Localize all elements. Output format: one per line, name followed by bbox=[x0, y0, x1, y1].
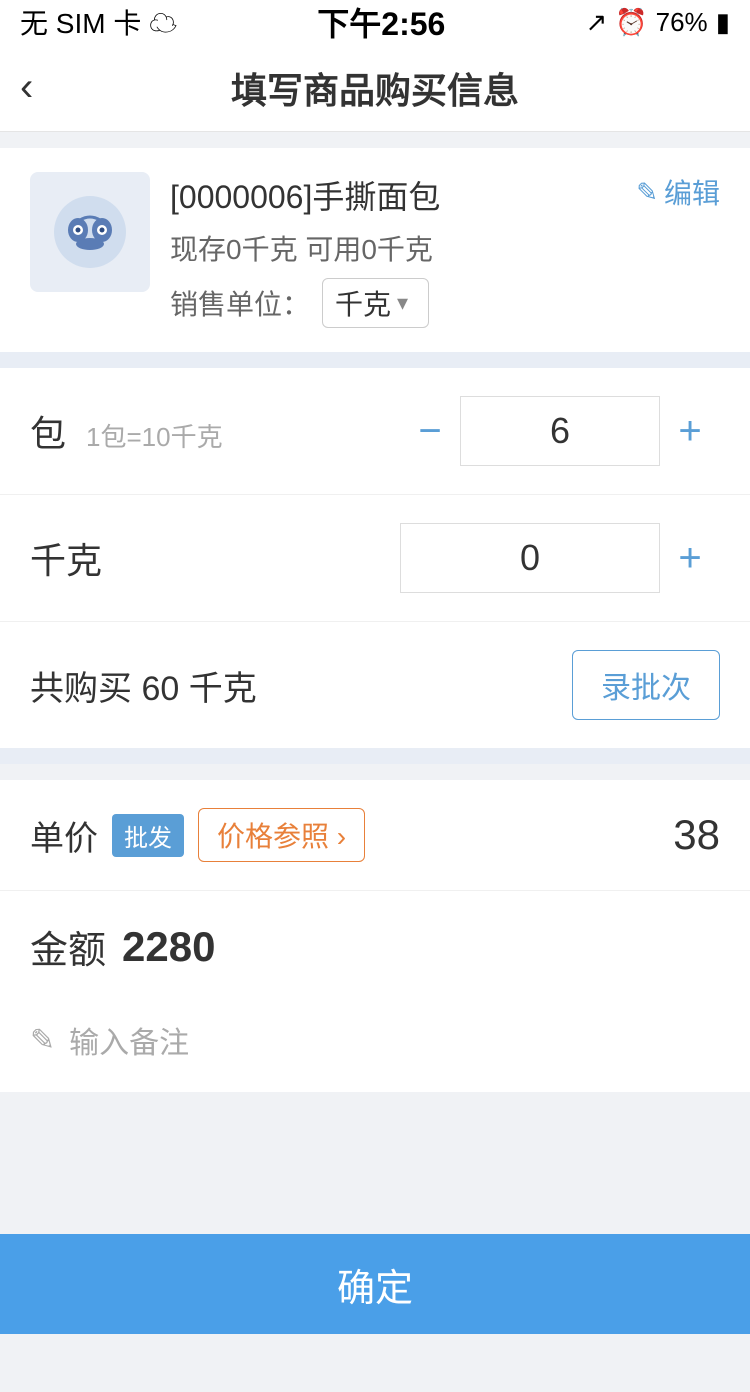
unit-value: 千克 bbox=[335, 283, 391, 323]
price-ref-button[interactable]: 价格参照 › bbox=[198, 808, 365, 862]
remark-placeholder: 输入备注 bbox=[69, 1018, 189, 1062]
amount-row: 金额 2280 bbox=[30, 919, 720, 974]
pencil-icon: ✎ bbox=[30, 1023, 55, 1058]
amount-label: 金额 bbox=[30, 919, 106, 974]
kg-plus-button[interactable]: + bbox=[660, 523, 720, 593]
confirm-button[interactable]: 确定 bbox=[0, 1234, 750, 1334]
kg-qty-input[interactable] bbox=[400, 523, 660, 593]
edit-icon: ✎ bbox=[636, 177, 658, 208]
battery-icon: ▮ bbox=[716, 7, 730, 38]
price-left: 单价 批发 价格参照 › bbox=[30, 808, 365, 862]
bag-input-row: 包 1包=10千克 − + bbox=[0, 368, 750, 495]
unit-select[interactable]: 千克 ▾ bbox=[322, 278, 429, 328]
bag-plus-button[interactable]: + bbox=[660, 396, 720, 466]
price-tag: 批发 bbox=[112, 814, 184, 857]
status-left: 无 SIM 卡 ☁ bbox=[20, 2, 177, 42]
price-section: 单价 批发 价格参照 › 38 bbox=[0, 780, 750, 891]
unit-label: 销售单位： bbox=[170, 283, 310, 323]
price-value: 38 bbox=[673, 811, 720, 859]
product-card: [0000006]手撕面包 现存0千克 可用0千克 销售单位： 千克 ▾ ✎ 编… bbox=[0, 148, 750, 352]
kg-input-row: 千克 + bbox=[0, 495, 750, 622]
back-button[interactable]: ‹ bbox=[20, 65, 33, 110]
battery-level: 76% bbox=[656, 7, 708, 38]
price-label: 单价 bbox=[30, 811, 98, 860]
alarm-icon: ⏰ bbox=[615, 7, 647, 38]
bag-label: 包 1包=10千克 bbox=[30, 405, 400, 457]
edit-button[interactable]: ✎ 编辑 bbox=[636, 172, 720, 212]
remark-row[interactable]: ✎ 输入备注 bbox=[30, 998, 720, 1092]
page-title: 填写商品购买信息 bbox=[231, 62, 519, 114]
section-separator-2 bbox=[0, 748, 750, 764]
product-unit-row: 销售单位： 千克 ▾ bbox=[170, 278, 720, 328]
status-right: ↗ ⏰ 76% ▮ bbox=[585, 7, 730, 38]
status-bar: 无 SIM 卡 ☁ 下午2:56 ↗ ⏰ 76% ▮ bbox=[0, 0, 750, 44]
bag-qty-control: − + bbox=[400, 396, 720, 466]
product-logo-icon bbox=[50, 192, 130, 272]
bag-sub-label: 1包=10千克 bbox=[86, 422, 223, 452]
amount-value: 2280 bbox=[122, 923, 215, 971]
input-section: 包 1包=10千克 − + 千克 + bbox=[0, 368, 750, 622]
total-row: 共购买 60 千克 录批次 bbox=[0, 622, 750, 748]
bag-minus-button[interactable]: − bbox=[400, 396, 460, 466]
kg-label: 千克 bbox=[30, 532, 400, 584]
product-image bbox=[30, 172, 150, 292]
total-text: 共购买 60 千克 bbox=[30, 661, 257, 710]
nav-bar: ‹ 填写商品购买信息 bbox=[0, 44, 750, 132]
product-stock: 现存0千克 可用0千克 bbox=[170, 228, 720, 268]
location-icon: ↗ bbox=[585, 7, 607, 38]
bag-qty-input[interactable] bbox=[460, 396, 660, 466]
chevron-down-icon: ▾ bbox=[397, 290, 408, 316]
amount-section: 金额 2280 ✎ 输入备注 bbox=[0, 891, 750, 1092]
status-time: 下午2:56 bbox=[317, 0, 445, 45]
kg-qty-control: + bbox=[400, 523, 720, 593]
price-row: 单价 批发 价格参照 › 38 bbox=[30, 808, 720, 862]
section-separator bbox=[0, 352, 750, 368]
sim-status: 无 SIM 卡 ☁ bbox=[20, 2, 177, 42]
batch-button[interactable]: 录批次 bbox=[572, 650, 720, 720]
